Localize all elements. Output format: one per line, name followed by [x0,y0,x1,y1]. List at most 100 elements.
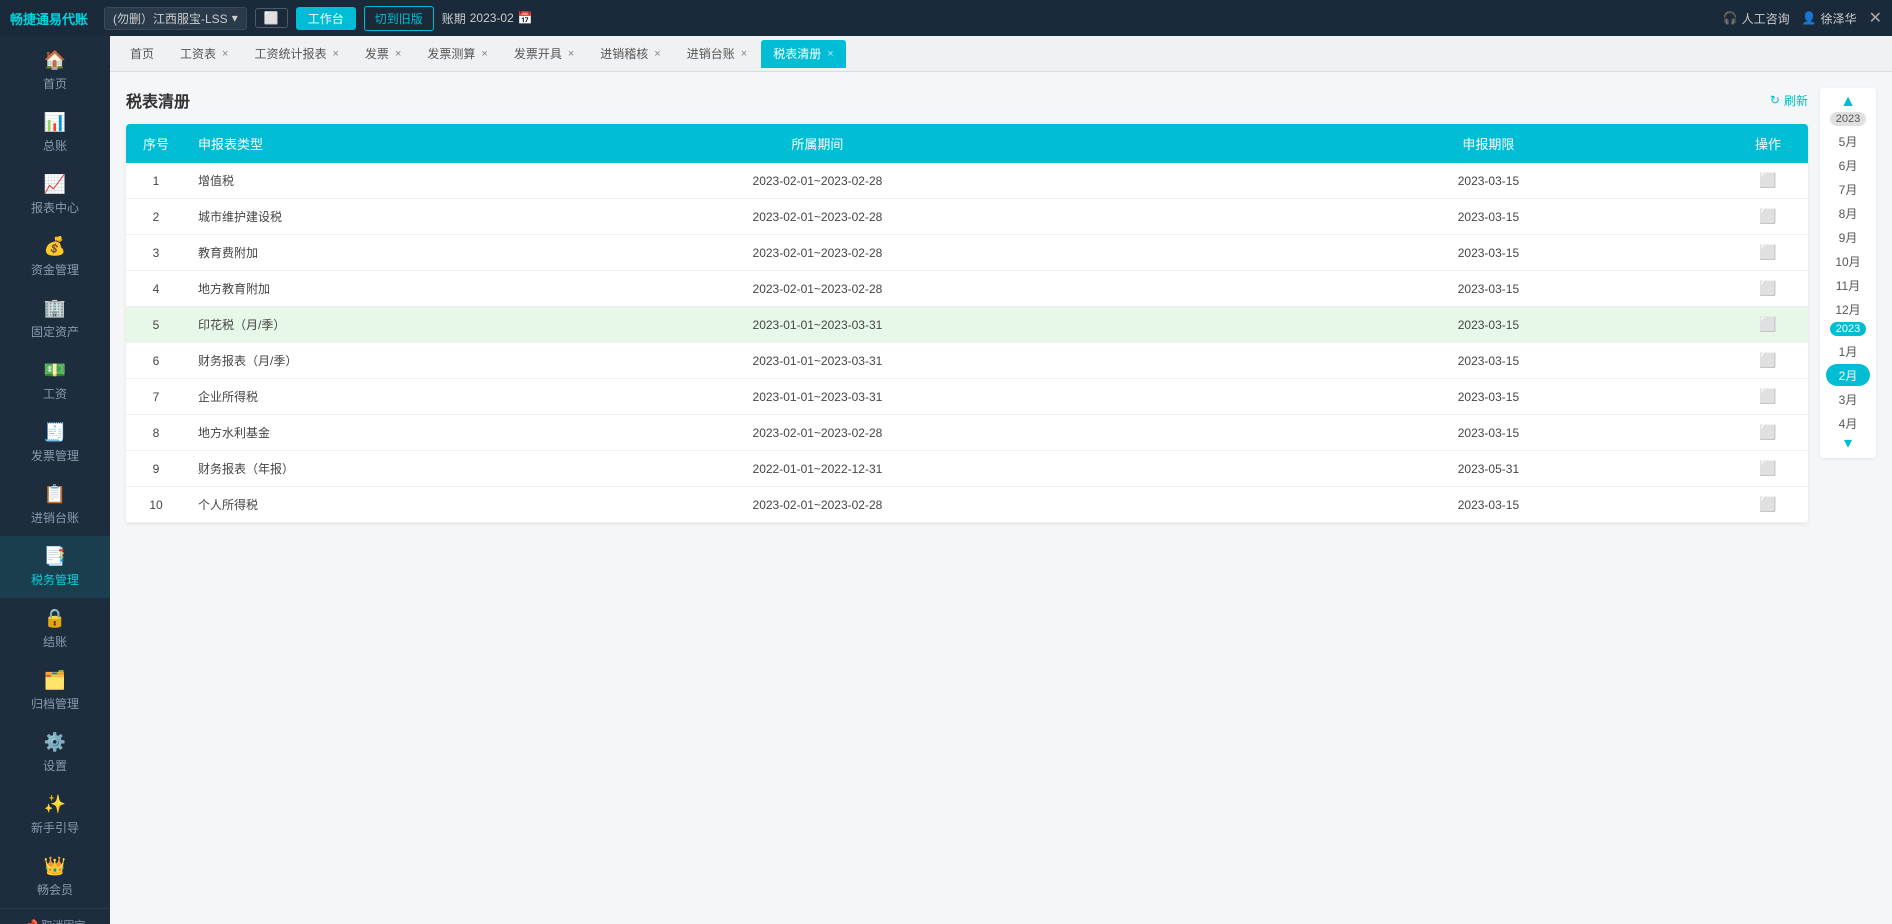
tab-salary-table-close[interactable]: × [222,48,228,60]
table-row: 1 增值税 2023-02-01~2023-02-28 2023-03-15 ⬜ [126,163,1808,199]
sidebar-label-assets: 固定资产 [31,323,79,340]
cell-action: ⬜ [1728,415,1808,451]
sidebar-item-funds[interactable]: 💰 资金管理 [0,226,110,288]
sidebar-item-guide[interactable]: ✨ 新手引导 [0,784,110,846]
company-selector[interactable]: (勿删）江西服宝-LSS ▾ [104,7,247,30]
sidebar-item-invoice[interactable]: 🧾 发票管理 [0,412,110,474]
cell-deadline: 2023-03-15 [1249,235,1728,271]
workbench-button[interactable]: 工作台 [296,7,356,30]
calendar-icon[interactable]: 📅 [518,11,533,25]
cal-month-4[interactable]: 4月 [1826,412,1870,434]
sidebar-item-archive[interactable]: 🗂️ 归档管理 [0,660,110,722]
cell-id: 8 [126,415,186,451]
calendar-down-btn[interactable]: ▾ [1844,436,1852,452]
action-icon[interactable]: ⬜ [1759,352,1776,368]
action-icon[interactable]: ⬜ [1759,460,1776,476]
tab-purchase-ledger[interactable]: 进销台账 × [675,40,759,68]
consult-label: 人工咨询 [1742,10,1790,27]
period-display: 账期 2023-02 📅 [442,10,533,27]
sidebar-item-home[interactable]: 🏠 首页 [0,40,110,102]
action-icon[interactable]: ⬜ [1759,388,1776,404]
tab-tax-register[interactable]: 税表清册 × [761,40,845,68]
tab-tax-register-close[interactable]: × [827,48,833,60]
sidebar-item-report[interactable]: 📈 报表中心 [0,164,110,226]
tab-invoice[interactable]: 发票 × [353,40,413,68]
cal-month-6[interactable]: 6月 [1826,154,1870,176]
sidebar-label-report: 报表中心 [31,199,79,216]
sidebar-label-salary: 工资 [43,385,67,402]
cell-period: 2023-02-01~2023-02-28 [386,199,1249,235]
sidebar-item-assets[interactable]: 🏢 固定资产 [0,288,110,350]
calendar-up-btn[interactable]: ▲ [1840,94,1856,110]
table-row: 8 地方水利基金 2023-02-01~2023-02-28 2023-03-1… [126,415,1808,451]
tab-salary-table[interactable]: 工资表 × [168,40,240,68]
cell-action: ⬜ [1728,307,1808,343]
cal-month-8[interactable]: 8月 [1826,202,1870,224]
table-row: 9 财务报表（年报） 2022-01-01~2022-12-31 2023-05… [126,451,1808,487]
cal-month-3[interactable]: 3月 [1826,388,1870,410]
tab-purchase-review-close[interactable]: × [654,48,660,60]
cell-type: 印花税（月/季） [186,307,386,343]
action-icon[interactable]: ⬜ [1759,208,1776,224]
action-icon[interactable]: ⬜ [1759,280,1776,296]
sidebar-item-salary[interactable]: 💵 工资 [0,350,110,412]
sidebar-item-purchase[interactable]: 📋 进销台账 [0,474,110,536]
tab-salary-report[interactable]: 工资统计报表 × [242,40,350,68]
cell-action: ⬜ [1728,451,1808,487]
sidebar-item-close-account[interactable]: 🔒 结账 [0,598,110,660]
cal-month-12[interactable]: 12月 [1826,298,1870,320]
col-action: 操作 [1728,124,1808,163]
tab-purchase-review[interactable]: 进销稽核 × [588,40,672,68]
cal-month-2-active[interactable]: 2月 [1826,364,1870,386]
main-layout: 🏠 首页 📊 总账 📈 报表中心 💰 资金管理 🏢 固定资产 💵 工资 🧾 发票… [0,36,1892,924]
page-header: 税表清册 ↻ 刷新 [126,88,1808,112]
sidebar-item-settings[interactable]: ⚙️ 设置 [0,722,110,784]
user-info[interactable]: 👤 徐泽华 [1802,10,1857,27]
close-window-icon[interactable]: ✕ [1869,8,1882,28]
cal-month-9[interactable]: 9月 [1826,226,1870,248]
cal-month-10[interactable]: 10月 [1826,250,1870,272]
tab-invoice-calc-close[interactable]: × [481,48,487,60]
report-icon: 📈 [44,174,66,195]
sidebar-item-tax[interactable]: 📑 税务管理 [0,536,110,598]
tab-purchase-ledger-label: 进销台账 [687,45,735,62]
action-icon[interactable]: ⬜ [1759,496,1776,512]
action-icon[interactable]: ⬜ [1759,316,1776,332]
copy-button[interactable]: ⬜ [255,8,288,28]
tab-salary-report-close[interactable]: × [332,48,338,60]
cell-id: 9 [126,451,186,487]
tab-home[interactable]: 首页 [118,40,166,68]
cell-action: ⬜ [1728,487,1808,523]
cal-month-7[interactable]: 7月 [1826,178,1870,200]
sidebar-label-invoice: 发票管理 [31,447,79,464]
cal-month-5[interactable]: 5月 [1826,130,1870,152]
action-icon[interactable]: ⬜ [1759,172,1776,188]
cell-deadline: 2023-03-15 [1249,415,1728,451]
page-content: 税表清册 ↻ 刷新 序号 申报表类型 所属期间 申报期限 操作 [110,72,1892,924]
table-header-row: 序号 申报表类型 所属期间 申报期限 操作 [126,124,1808,163]
salary-icon: 💵 [44,360,66,381]
refresh-button[interactable]: ↻ 刷新 [1770,92,1808,109]
pin-icon: 📌 [25,920,39,924]
tab-purchase-ledger-close[interactable]: × [741,48,747,60]
sidebar-item-member[interactable]: 👑 畅会员 [0,846,110,908]
cell-action: ⬜ [1728,379,1808,415]
consult-btn[interactable]: 🎧 人工咨询 [1723,10,1790,27]
cell-period: 2023-02-01~2023-02-28 [386,235,1249,271]
tab-invoice-close[interactable]: × [395,48,401,60]
cal-month-1[interactable]: 1月 [1826,340,1870,362]
cell-deadline: 2023-03-15 [1249,163,1728,199]
cell-action: ⬜ [1728,343,1808,379]
cell-period: 2022-01-01~2022-12-31 [386,451,1249,487]
sidebar-item-ledger[interactable]: 📊 总账 [0,102,110,164]
tab-invoice-calc[interactable]: 发票测算 × [415,40,499,68]
tab-invoice-open-close[interactable]: × [568,48,574,60]
tab-invoice-open-label: 发票开具 [514,45,562,62]
cal-month-11[interactable]: 11月 [1826,274,1870,296]
sidebar-pin-toggle[interactable]: 📌 取消固定 [0,908,110,924]
action-icon[interactable]: ⬜ [1759,244,1776,260]
table-row: 10 个人所得税 2023-02-01~2023-02-28 2023-03-1… [126,487,1808,523]
switch-old-button[interactable]: 切到旧版 [364,6,434,31]
tab-invoice-open[interactable]: 发票开具 × [502,40,586,68]
action-icon[interactable]: ⬜ [1759,424,1776,440]
